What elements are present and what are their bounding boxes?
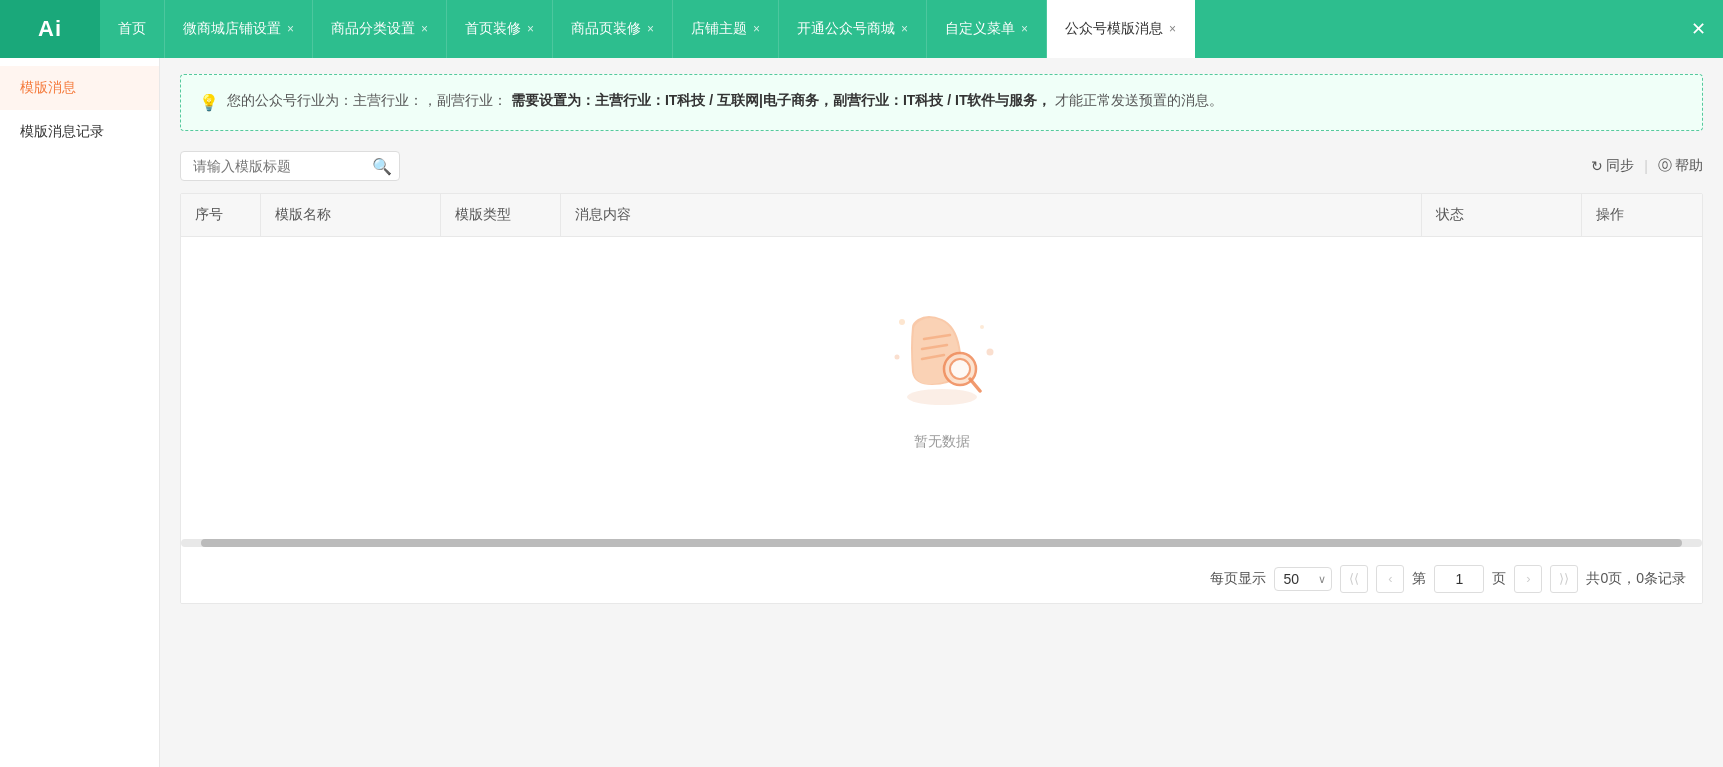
tab-label: 商品分类设置 — [331, 20, 415, 38]
data-table: 序号模版名称模版类型消息内容状态操作 — [180, 193, 1703, 604]
empty-state: 暂无数据 — [181, 237, 1702, 531]
tab-close-icon[interactable]: × — [1021, 22, 1028, 36]
next-page-button[interactable]: › — [1514, 565, 1542, 593]
help-button[interactable]: ⓪ 帮助 — [1658, 157, 1703, 175]
last-page-button[interactable]: ⟩⟩ — [1550, 565, 1578, 593]
main-layout: 模版消息模版消息记录 💡 您的公众号行业为：主营行业：，副营行业： 需要设置为：… — [0, 58, 1723, 767]
notice-suffix: 才能正常发送预置的消息。 — [1055, 92, 1223, 108]
tab-close-icon[interactable]: × — [1169, 22, 1176, 36]
lightbulb-icon: 💡 — [199, 90, 219, 116]
help-icon: ⓪ — [1658, 157, 1672, 175]
tab-close-icon[interactable]: × — [527, 22, 534, 36]
sync-button[interactable]: ↻ 同步 — [1591, 157, 1634, 175]
search-icon: 🔍 — [372, 157, 392, 174]
page-size-label: 每页显示 — [1210, 570, 1266, 588]
nav-tab-home[interactable]: 首页 — [100, 0, 165, 58]
nav-tab-category[interactable]: 商品分类设置 × — [313, 0, 447, 58]
nav-tab-micro-shop[interactable]: 微商城店铺设置 × — [165, 0, 313, 58]
nav-tab-shop-theme[interactable]: 店铺主题 × — [673, 0, 779, 58]
scrollbar-track[interactable] — [181, 539, 1702, 547]
svg-point-5 — [950, 359, 970, 379]
search-right: ↻ 同步 | ⓪ 帮助 — [1591, 157, 1703, 175]
tab-label: 店铺主题 — [691, 20, 747, 38]
header-cell-type: 模版类型 — [441, 194, 561, 236]
header-cell-status: 状态 — [1422, 194, 1582, 236]
page-input[interactable] — [1434, 565, 1484, 593]
sync-label: 同步 — [1606, 157, 1634, 175]
page-word2: 页 — [1492, 570, 1506, 588]
search-left: 🔍 — [180, 151, 400, 181]
nav-tab-custom-menu[interactable]: 自定义菜单 × — [927, 0, 1047, 58]
sidebar-item-template-msg[interactable]: 模版消息 — [0, 66, 159, 110]
scrollbar-thumb[interactable] — [201, 539, 1682, 547]
header-cell-content: 消息内容 — [561, 194, 1422, 236]
help-label: 帮助 — [1675, 157, 1703, 175]
close-all-button[interactable]: ✕ — [1673, 0, 1723, 58]
app-logo: Ai — [0, 0, 100, 58]
svg-point-0 — [907, 389, 977, 405]
tab-label: 首页 — [118, 20, 146, 38]
svg-point-9 — [986, 348, 993, 355]
search-input[interactable] — [180, 151, 400, 181]
svg-line-6 — [970, 379, 980, 391]
notice-highlight: 需要设置为：主营行业：IT科技 / 互联网|电子商务，副营行业：IT科技 / I… — [511, 92, 1052, 108]
notice-box: 💡 您的公众号行业为：主营行业：，副营行业： 需要设置为：主营行业：IT科技 /… — [180, 74, 1703, 131]
tab-close-icon[interactable]: × — [647, 22, 654, 36]
page-size-select[interactable]: 102050100 — [1274, 567, 1332, 591]
pagination: 每页显示 102050100 ⟨⟨ ‹ 第 页 › ⟩⟩ 共0页，0条记录 — [181, 555, 1702, 603]
sidebar: 模版消息模版消息记录 — [0, 58, 160, 767]
tab-label: 公众号模版消息 — [1065, 20, 1163, 38]
nav-tab-open-shop[interactable]: 开通公众号商城 × — [779, 0, 927, 58]
tab-close-icon[interactable]: × — [753, 22, 760, 36]
tab-close-icon[interactable]: × — [901, 22, 908, 36]
empty-illustration — [882, 297, 1002, 417]
tab-label: 开通公众号商城 — [797, 20, 895, 38]
search-bar: 🔍 ↻ 同步 | ⓪ 帮助 — [180, 151, 1703, 181]
sidebar-item-template-msg-record[interactable]: 模版消息记录 — [0, 110, 159, 154]
notice-content: 您的公众号行业为：主营行业：，副营行业： 需要设置为：主营行业：IT科技 / 互… — [227, 89, 1223, 111]
table-header: 序号模版名称模版类型消息内容状态操作 — [181, 194, 1702, 237]
page-word: 第 — [1412, 570, 1426, 588]
tab-close-icon[interactable]: × — [421, 22, 428, 36]
svg-point-7 — [899, 319, 905, 325]
top-nav: Ai 首页微商城店铺设置×商品分类设置×首页装修×商品页装修×店铺主题×开通公众… — [0, 0, 1723, 58]
empty-text: 暂无数据 — [914, 433, 970, 451]
header-cell-action: 操作 — [1582, 194, 1702, 236]
tab-label: 微商城店铺设置 — [183, 20, 281, 38]
nav-tab-product-decor[interactable]: 商品页装修 × — [553, 0, 673, 58]
search-button[interactable]: 🔍 — [372, 156, 392, 175]
prev-page-button[interactable]: ‹ — [1376, 565, 1404, 593]
header-cell-name: 模版名称 — [261, 194, 441, 236]
search-input-wrap: 🔍 — [180, 151, 400, 181]
notice-prefix: 您的公众号行业为：主营行业：，副营行业： — [227, 92, 507, 108]
divider: | — [1644, 158, 1648, 174]
first-page-button[interactable]: ⟨⟨ — [1340, 565, 1368, 593]
content-area: 💡 您的公众号行业为：主营行业：，副营行业： 需要设置为：主营行业：IT科技 /… — [160, 58, 1723, 767]
tab-close-icon[interactable]: × — [287, 22, 294, 36]
total-text: 共0页，0条记录 — [1586, 570, 1686, 588]
nav-tab-template-msg[interactable]: 公众号模版消息 × — [1047, 0, 1195, 58]
nav-tabs: 首页微商城店铺设置×商品分类设置×首页装修×商品页装修×店铺主题×开通公众号商城… — [100, 0, 1673, 58]
page-size-wrapper: 102050100 — [1274, 567, 1332, 591]
svg-point-10 — [894, 354, 899, 359]
header-cell-seq: 序号 — [181, 194, 261, 236]
refresh-icon: ↻ — [1591, 158, 1603, 174]
tab-label: 商品页装修 — [571, 20, 641, 38]
svg-point-8 — [980, 325, 984, 329]
nav-tab-homepage-decor[interactable]: 首页装修 × — [447, 0, 553, 58]
tab-label: 自定义菜单 — [945, 20, 1015, 38]
tab-label: 首页装修 — [465, 20, 521, 38]
